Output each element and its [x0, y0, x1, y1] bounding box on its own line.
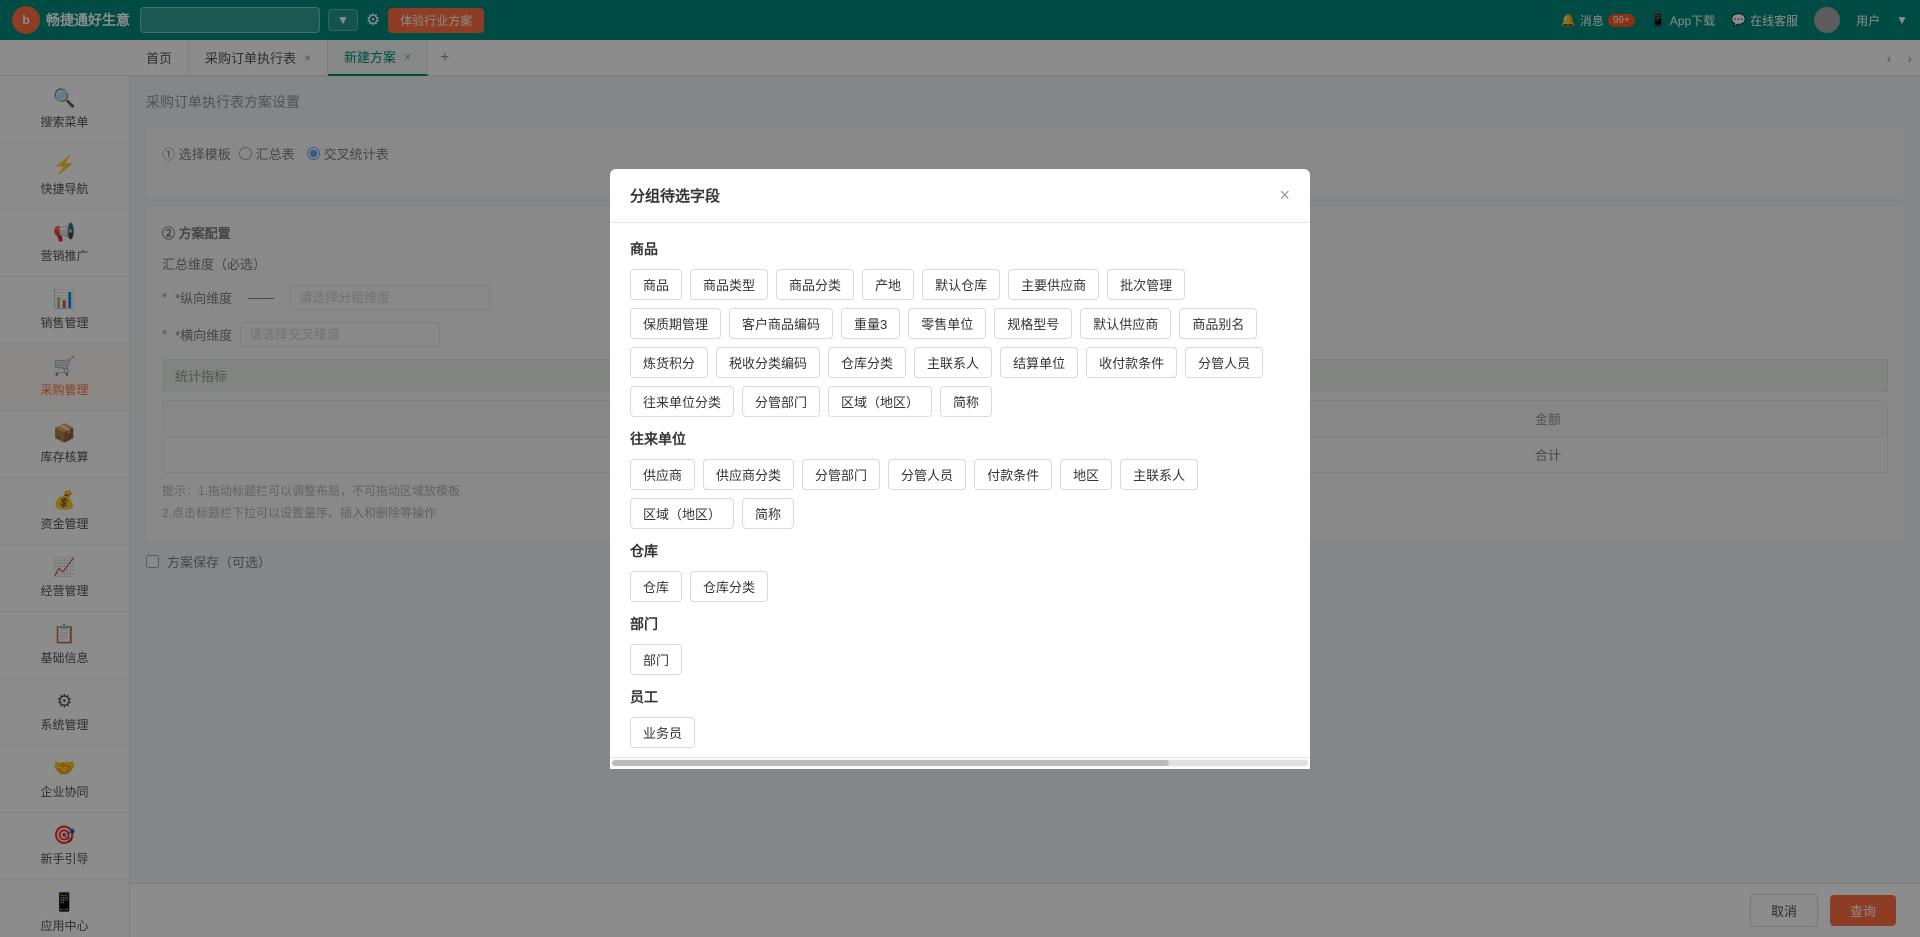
field-tag[interactable]: 仓库分类 [690, 571, 768, 602]
field-tag[interactable]: 炼货积分 [630, 347, 708, 378]
field-tag[interactable]: 默认仓库 [922, 269, 1000, 300]
field-select-modal: 分组待选字段 × 商品 商品 商品类型 商品分类 产地 默认仓库 主要供应商 批… [610, 169, 1310, 769]
field-tag[interactable]: 仓库 [630, 571, 682, 602]
field-tag[interactable]: 商品类型 [690, 269, 768, 300]
field-tag[interactable]: 重量3 [841, 308, 900, 339]
field-tag[interactable]: 商品 [630, 269, 682, 300]
field-tag[interactable]: 付款条件 [974, 459, 1052, 490]
section-employee-fields: 业务员 [630, 717, 1290, 748]
field-tag[interactable]: 部门 [630, 644, 682, 675]
field-tag[interactable]: 业务员 [630, 717, 695, 748]
modal-header: 分组待选字段 × [610, 169, 1310, 223]
field-tag[interactable]: 主联系人 [914, 347, 992, 378]
modal-title: 分组待选字段 [630, 185, 720, 206]
field-tag[interactable]: 零售单位 [908, 308, 986, 339]
field-tag[interactable]: 批次管理 [1107, 269, 1185, 300]
field-tag[interactable]: 分管部门 [742, 386, 820, 417]
field-tag[interactable]: 默认供应商 [1080, 308, 1171, 339]
field-tag[interactable]: 商品分类 [776, 269, 854, 300]
field-tag[interactable]: 分管人员 [1185, 347, 1263, 378]
section-dept-title: 部门 [630, 614, 1290, 634]
field-tag[interactable]: 税收分类编码 [716, 347, 820, 378]
field-tag[interactable]: 仓库分类 [828, 347, 906, 378]
field-tag[interactable]: 简称 [742, 498, 794, 529]
modal-close-btn[interactable]: × [1279, 185, 1290, 206]
field-tag[interactable]: 规格型号 [994, 308, 1072, 339]
section-product-fields-2: 保质期管理 客户商品编码 重量3 零售单位 规格型号 默认供应商 商品别名 [630, 308, 1290, 339]
field-tag[interactable]: 客户商品编码 [729, 308, 833, 339]
modal-overlay: 分组待选字段 × 商品 商品 商品类型 商品分类 产地 默认仓库 主要供应商 批… [0, 0, 1920, 937]
section-employee-title: 员工 [630, 687, 1290, 707]
field-tag[interactable]: 区域（地区） [828, 386, 932, 417]
field-tag[interactable]: 区域（地区） [630, 498, 734, 529]
section-partner-fields-2: 区域（地区） 简称 [630, 498, 1290, 529]
field-tag[interactable]: 收付款条件 [1086, 347, 1177, 378]
field-tag[interactable]: 分管部门 [802, 459, 880, 490]
section-warehouse-fields: 仓库 仓库分类 [630, 571, 1290, 602]
field-tag[interactable]: 保质期管理 [630, 308, 721, 339]
field-tag[interactable]: 简称 [940, 386, 992, 417]
section-product-fields-4: 往来单位分类 分管部门 区域（地区） 简称 [630, 386, 1290, 417]
modal-scrollbar[interactable] [610, 757, 1310, 768]
section-product-title: 商品 [630, 239, 1290, 259]
field-tag[interactable]: 产地 [862, 269, 914, 300]
section-partner-fields: 供应商 供应商分类 分管部门 分管人员 付款条件 地区 主联系人 [630, 459, 1290, 490]
field-tag[interactable]: 主联系人 [1120, 459, 1198, 490]
field-tag[interactable]: 结算单位 [1000, 347, 1078, 378]
section-product-fields: 商品 商品类型 商品分类 产地 默认仓库 主要供应商 批次管理 [630, 269, 1290, 300]
field-tag[interactable]: 分管人员 [888, 459, 966, 490]
section-warehouse-title: 仓库 [630, 541, 1290, 561]
field-tag[interactable]: 商品别名 [1179, 308, 1257, 339]
section-partner-title: 往来单位 [630, 429, 1290, 449]
section-dept-fields: 部门 [630, 644, 1290, 675]
field-tag[interactable]: 往来单位分类 [630, 386, 734, 417]
field-tag[interactable]: 供应商 [630, 459, 695, 490]
field-tag[interactable]: 地区 [1060, 459, 1112, 490]
section-product-fields-3: 炼货积分 税收分类编码 仓库分类 主联系人 结算单位 收付款条件 分管人员 [630, 347, 1290, 378]
field-tag[interactable]: 供应商分类 [703, 459, 794, 490]
field-tag[interactable]: 主要供应商 [1008, 269, 1099, 300]
modal-body: 商品 商品 商品类型 商品分类 产地 默认仓库 主要供应商 批次管理 保质期管理… [610, 223, 1310, 758]
